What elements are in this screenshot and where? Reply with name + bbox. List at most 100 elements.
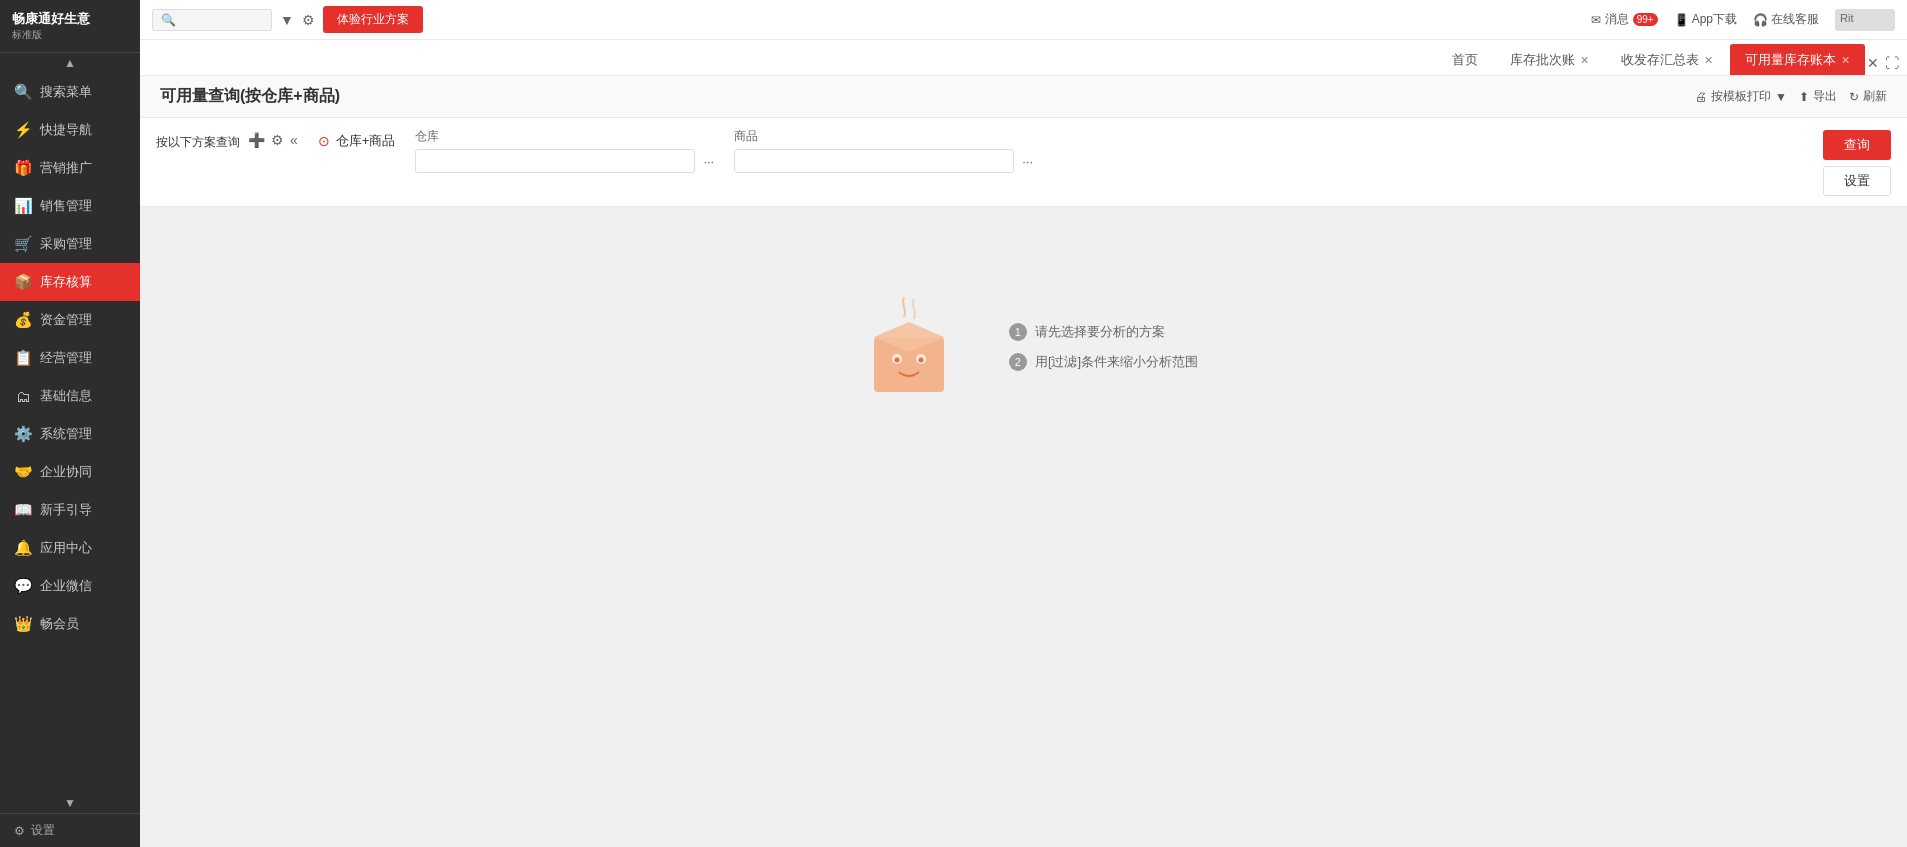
operation-icon: 📋 — [14, 349, 32, 367]
add-scheme-btn[interactable]: ➕ — [248, 132, 265, 148]
tab-close-2[interactable]: ✕ — [1704, 54, 1713, 67]
svg-point-4 — [894, 358, 899, 363]
print-chevron-icon: ▼ — [1775, 90, 1787, 104]
print-icon: 🖨 — [1695, 90, 1707, 104]
message-btn[interactable]: ✉ 消息 99+ — [1591, 11, 1658, 28]
tab-0[interactable]: 首页 — [1437, 44, 1493, 75]
corp-icon: 🤝 — [14, 463, 32, 481]
guide-icon: 📖 — [14, 501, 32, 519]
sidebar-item-wechat[interactable]: 💬 企业微信 — [0, 567, 140, 605]
sidebar-item-operation[interactable]: 📋 经营管理 — [0, 339, 140, 377]
query-btn[interactable]: 查询 — [1823, 130, 1891, 160]
sales-icon: 📊 — [14, 197, 32, 215]
sidebar-item-label-operation: 经营管理 — [40, 349, 92, 367]
scheme-settings-btn[interactable]: ⚙ — [271, 132, 284, 148]
search-icon: 🔍 — [161, 13, 176, 27]
sidebar-item-label-sales: 销售管理 — [40, 197, 92, 215]
collapse-scheme-btn[interactable]: « — [290, 132, 298, 148]
page-header: 可用量查询(按仓库+商品) 🖨 按模板打印 ▼ ⬆ 导出 ↻ 刷新 — [140, 76, 1907, 118]
topbar-search-box[interactable]: 🔍 — [152, 9, 272, 31]
headset-icon: 🎧 — [1753, 13, 1768, 27]
sidebar-item-label-system: 系统管理 — [40, 425, 92, 443]
sidebar-item-member[interactable]: 👑 畅会员 — [0, 605, 140, 643]
sidebar-item-guide[interactable]: 📖 新手引导 — [0, 491, 140, 529]
logo-sub: 标准版 — [12, 28, 128, 42]
sidebar-item-label-shortcut: 快捷导航 — [40, 121, 92, 139]
sidebar-scroll-down[interactable]: ▼ — [0, 793, 140, 813]
close-all-tabs-btn[interactable]: ✕ — [1867, 55, 1879, 71]
topbar-gear-icon[interactable]: ▼ — [280, 12, 294, 28]
sidebar-item-corp[interactable]: 🤝 企业协同 — [0, 453, 140, 491]
tab-1[interactable]: 库存批次账 ✕ — [1495, 44, 1604, 75]
settings-btn[interactable]: 设置 — [1823, 166, 1891, 196]
tab-label-2: 收发存汇总表 — [1621, 51, 1699, 69]
goods-more-btn[interactable]: ··· — [1018, 150, 1037, 173]
online-service-label: 在线客服 — [1771, 11, 1819, 28]
sidebar-item-sales[interactable]: 📊 销售管理 — [0, 187, 140, 225]
app-download-btn[interactable]: 📱 App下载 — [1674, 11, 1737, 28]
sidebar-item-inventory[interactable]: 📦 库存核算 — [0, 263, 140, 301]
online-service-btn[interactable]: 🎧 在线客服 — [1753, 11, 1819, 28]
sidebar-item-marketing[interactable]: 🎁 营销推广 — [0, 149, 140, 187]
sidebar-item-label-basic: 基础信息 — [40, 387, 92, 405]
sidebar-bottom-label: 设置 — [31, 822, 55, 839]
sidebar-item-label-inventory: 库存核算 — [40, 273, 92, 291]
goods-input[interactable] — [734, 149, 1014, 173]
page-title: 可用量查询(按仓库+商品) — [160, 86, 340, 107]
app-icon: 🔔 — [14, 539, 32, 557]
sidebar-item-app[interactable]: 🔔 应用中心 — [0, 529, 140, 567]
logo-title: 畅康通好生意 — [12, 10, 128, 28]
tab-2[interactable]: 收发存汇总表 ✕ — [1606, 44, 1728, 75]
export-label: 导出 — [1813, 88, 1837, 105]
trial-btn[interactable]: 体验行业方案 — [323, 6, 423, 33]
message-icon: ✉ — [1591, 13, 1601, 27]
sidebar-item-label-guide: 新手引导 — [40, 501, 92, 519]
page-header-actions: 🖨 按模板打印 ▼ ⬆ 导出 ↻ 刷新 — [1695, 88, 1887, 105]
finance-icon: 💰 — [14, 311, 32, 329]
search-icon: 🔍 — [14, 83, 32, 101]
user-avatar[interactable]: Rit — [1835, 9, 1895, 31]
sidebar-item-system[interactable]: ⚙️ 系统管理 — [0, 415, 140, 453]
system-icon: ⚙️ — [14, 425, 32, 443]
topbar-settings-icon[interactable]: ⚙ — [302, 12, 315, 28]
export-icon: ⬆ — [1799, 90, 1809, 104]
refresh-label: 刷新 — [1863, 88, 1887, 105]
refresh-btn[interactable]: ↻ 刷新 — [1849, 88, 1887, 105]
goods-input-row: ··· — [734, 149, 1037, 173]
scheme-list: ⊙ 仓库+商品 — [310, 128, 404, 154]
tab-label-1: 库存批次账 — [1510, 51, 1575, 69]
sidebar-scroll-up[interactable]: ▲ — [0, 53, 140, 73]
member-icon: 👑 — [14, 615, 32, 633]
tab-label-0: 首页 — [1452, 51, 1478, 69]
filter-fields: 仓库 ··· 商品 ··· — [415, 128, 1811, 173]
warehouse-more-btn[interactable]: ··· — [699, 150, 718, 173]
sidebar-item-finance[interactable]: 💰 资金管理 — [0, 301, 140, 339]
sidebar-menu: 🔍 搜索菜单 ⚡ 快捷导航 🎁 营销推广 📊 销售管理 🛒 采购管理 📦 库存核… — [0, 73, 140, 793]
message-label: 消息 — [1605, 11, 1629, 28]
sidebar-item-basic[interactable]: 🗂 基础信息 — [0, 377, 140, 415]
filter-area: 按以下方案查询 ➕ ⚙ « ⊙ 仓库+商品 仓库 ··· — [140, 118, 1907, 207]
empty-state-inner: 1 请先选择要分析的方案 2 用[过滤]条件来缩小分析范围 — [849, 287, 1198, 407]
sidebar-item-purchase[interactable]: 🛒 采购管理 — [0, 225, 140, 263]
sidebar-item-search[interactable]: 🔍 搜索菜单 — [0, 73, 140, 111]
warehouse-input[interactable] — [415, 149, 695, 173]
export-btn[interactable]: ⬆ 导出 — [1799, 88, 1837, 105]
tab-close-1[interactable]: ✕ — [1580, 54, 1589, 67]
warehouse-label: 仓库 — [415, 128, 718, 145]
sidebar-item-label-search: 搜索菜单 — [40, 83, 92, 101]
tab-close-3[interactable]: ✕ — [1841, 54, 1850, 67]
sidebar-item-label-member: 畅会员 — [40, 615, 79, 633]
user-name: Rit — [1835, 9, 1895, 27]
tab-3[interactable]: 可用量库存账本✕ — [1730, 44, 1865, 75]
filter-actions: 查询 设置 — [1823, 128, 1891, 196]
tip-num-2: 2 — [1009, 353, 1027, 371]
topbar: 🔍 ▼ ⚙ 体验行业方案 ✉ 消息 99+ 📱 App下载 🎧 在线客服 Rit — [140, 0, 1907, 40]
sidebar-settings[interactable]: ⚙ 设置 — [0, 813, 140, 847]
sidebar: 畅康通好生意 标准版 ▲ 🔍 搜索菜单 ⚡ 快捷导航 🎁 营销推广 📊 销售管理… — [0, 0, 140, 847]
expand-tabs-btn[interactable]: ⛶ — [1885, 55, 1899, 71]
print-btn[interactable]: 🖨 按模板打印 ▼ — [1695, 88, 1787, 105]
goods-label: 商品 — [734, 128, 1037, 145]
wechat-icon: 💬 — [14, 577, 32, 595]
scheme-item-warehouse-goods[interactable]: ⊙ 仓库+商品 — [310, 128, 404, 154]
sidebar-item-shortcut[interactable]: ⚡ 快捷导航 — [0, 111, 140, 149]
